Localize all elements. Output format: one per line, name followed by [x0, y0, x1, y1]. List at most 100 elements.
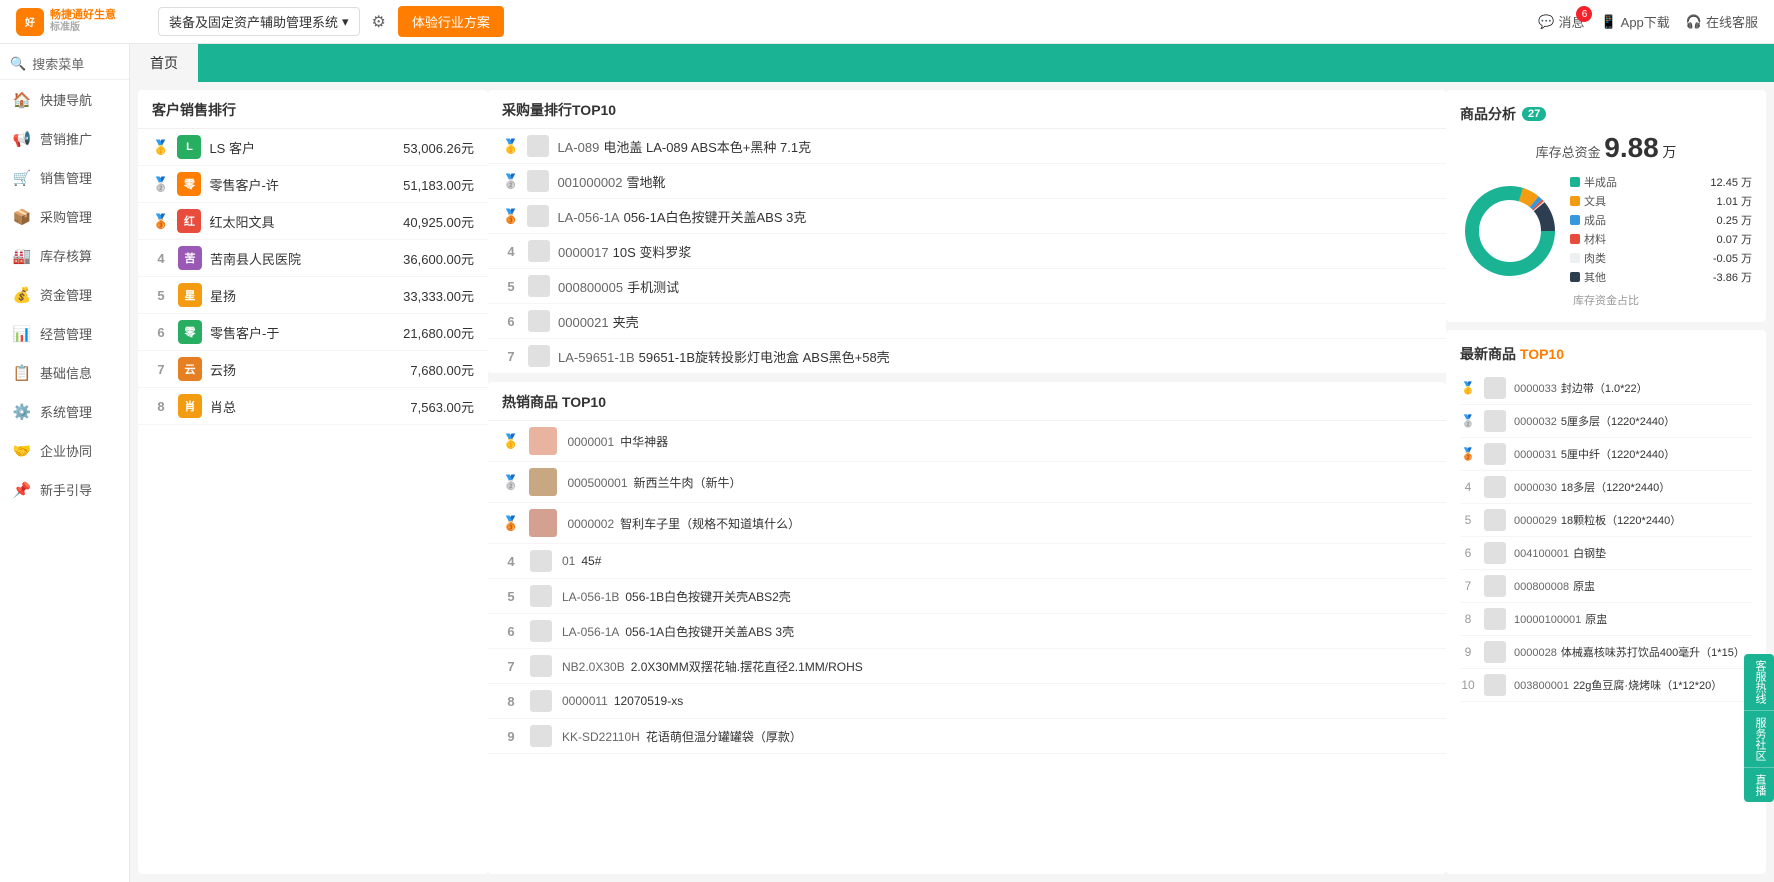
rank-avatar: 零: [177, 172, 201, 196]
rank-avatar: 零: [178, 320, 202, 344]
prod-info: 0145#: [562, 554, 1432, 568]
nav-tabs: 首页: [130, 44, 1774, 82]
sidebar-label: 资金管理: [40, 285, 92, 304]
sales-rank-item: 7 云 云扬 7,680.00元: [138, 351, 488, 388]
new-rank-number: 🥉: [1460, 447, 1476, 461]
new-prod-info: 00380000122g鱼豆腐·烧烤味（1*12*20）: [1514, 677, 1752, 693]
sidebar-label: 快捷导航: [40, 90, 92, 109]
sidebar-item-快捷导航[interactable]: 🏠快捷导航: [0, 80, 129, 119]
rank-name: 苦南县人民医院: [210, 249, 395, 268]
rank-avatar: 云: [178, 357, 202, 381]
hot-product-item: 6 LA-056-1A056-1A白色按键开关盖ABS 3壳: [488, 614, 1446, 649]
new-prod-thumb: [1484, 377, 1506, 399]
new-product-item: 8 10000100001原盅: [1460, 603, 1752, 636]
inventory-badge: 27: [1522, 107, 1546, 121]
sidebar-icon: 🛒: [12, 169, 32, 187]
hot-product-item: 5 LA-056-1B056-1B白色按键开关壳ABS2壳: [488, 579, 1446, 614]
rank-number: 6: [152, 325, 170, 340]
most-purchased-item: 4 000001710S 变料罗浆: [488, 234, 1446, 269]
prod-thumb-empty: [530, 690, 552, 712]
legend-item: 肉类 -0.05 万: [1570, 250, 1752, 266]
cs-community-btn[interactable]: 服务社区: [1744, 711, 1774, 768]
settings-icon[interactable]: ⚙: [372, 12, 386, 32]
rank-amount: 53,006.26元: [403, 138, 474, 157]
sidebar-item-库存核算[interactable]: 🏭库存核算: [0, 236, 129, 275]
new-products-title: 最新商品 TOP10: [1460, 344, 1752, 364]
rank-number: 5: [152, 288, 170, 303]
system-selector[interactable]: 装备及固定资产辅助管理系统 ▾: [158, 7, 360, 36]
legend-item: 其他 -3.86 万: [1570, 269, 1752, 285]
cs-live-btn[interactable]: 直播: [1744, 768, 1774, 802]
prod-info: 000001112070519-xs: [562, 694, 1432, 708]
rank-number: 8: [152, 399, 170, 414]
sidebar-item-系统管理[interactable]: ⚙️系统管理: [0, 392, 129, 431]
inventory-card: 商品分析 27 库存总资金 9.88 万: [1446, 90, 1766, 322]
search-icon: 🔍: [10, 56, 26, 72]
rank-number: 7: [502, 349, 520, 364]
prod-img: [529, 509, 557, 537]
sidebar-item-基础信息[interactable]: 📋基础信息: [0, 353, 129, 392]
legend-label: 文具: [1584, 193, 1713, 209]
new-prod-thumb: [1484, 410, 1506, 432]
sidebar-search[interactable]: 🔍 搜索菜单: [0, 44, 129, 80]
sidebar-item-企业协同[interactable]: 🤝企业协同: [0, 431, 129, 470]
top-bar: 好 畅捷通好生意 标准版 装备及固定资产辅助管理系统 ▾ ⚙ 体验行业方案 💬 …: [0, 0, 1774, 44]
rank-avatar: 肖: [178, 394, 202, 418]
legend-value: 1.01 万: [1717, 193, 1752, 209]
rank-name: 云扬: [210, 360, 402, 379]
top10-label: TOP10: [1520, 346, 1564, 362]
new-prod-thumb: [1484, 509, 1506, 531]
content-area: 首页 客户销售排行 🥇 L LS 客户 53,006.26元 🥈 零 零售客户-…: [130, 44, 1774, 882]
online-service-btn[interactable]: 🎧 在线客服: [1686, 12, 1758, 31]
sidebar-item-采购管理[interactable]: 📦采购管理: [0, 197, 129, 236]
prod-thumb: [528, 345, 550, 367]
rank-badge: 🥈: [502, 173, 519, 190]
rank-avatar: 星: [178, 283, 202, 307]
cs-hotline-btn[interactable]: 客服热线: [1744, 654, 1774, 711]
legend: 半成品 12.45 万 文具 1.01 万 成品 0.25 万 材料 0.07 …: [1570, 174, 1752, 288]
sidebar-item-新手引导[interactable]: 📌新手引导: [0, 470, 129, 509]
prod-thumb: [528, 310, 550, 332]
sidebar-label: 采购管理: [40, 207, 92, 226]
sales-rank-item: 🥉 红 红太阳文具 40,925.00元: [138, 203, 488, 240]
new-prod-info: 000003018多层（1220*2440）: [1514, 479, 1752, 495]
prod-info: 000500001新西兰牛肉（新牛）: [567, 474, 1432, 491]
new-prod-thumb: [1484, 608, 1506, 630]
prod-thumb: [527, 205, 549, 227]
message-btn[interactable]: 💬 消息 6: [1538, 12, 1584, 31]
new-prod-info: 10000100001原盅: [1514, 611, 1752, 627]
prod-info: 000800005手机测试: [558, 277, 1432, 296]
sales-rank-item: 8 肖 肖总 7,563.00元: [138, 388, 488, 425]
trial-button[interactable]: 体验行业方案: [398, 6, 504, 37]
rank-amount: 40,925.00元: [403, 212, 474, 231]
rank-badge-gold: 🥇: [152, 139, 169, 156]
prod-img: [529, 468, 557, 496]
legend-dot: [1570, 253, 1580, 263]
inventory-total: 库存总资金 9.88 万: [1460, 132, 1752, 164]
sidebar-item-销售管理[interactable]: 🛒销售管理: [0, 158, 129, 197]
sidebar-label: 营销推广: [40, 129, 92, 148]
tab-home[interactable]: 首页: [130, 44, 198, 82]
sidebar-icon: 📢: [12, 130, 32, 148]
headset-icon: 🎧: [1686, 14, 1702, 30]
rank-avatar: 红: [177, 209, 201, 233]
prod-img: [529, 427, 557, 455]
sales-ranking-panel: 客户销售排行 🥇 L LS 客户 53,006.26元 🥈 零 零售客户-许 5…: [138, 90, 488, 874]
most-purchased-item: 6 0000021夹壳: [488, 304, 1446, 339]
rank-number: 7: [502, 659, 520, 674]
app-icon: 📱: [1600, 14, 1616, 30]
legend-label: 成品: [1584, 212, 1713, 228]
sidebar-item-经营管理[interactable]: 📊经营管理: [0, 314, 129, 353]
online-service-label: 在线客服: [1706, 12, 1758, 31]
prod-info: NB2.0X30B2.0X30MM双摆花轴.摆花直径2.1MM/ROHS: [562, 658, 1432, 675]
new-prod-info: 00000315厘中纤（1220*2440）: [1514, 446, 1752, 462]
prod-thumb: [528, 240, 550, 262]
sidebar-item-营销推广[interactable]: 📢 营销推广: [0, 119, 129, 158]
prod-thumb-empty: [530, 655, 552, 677]
sales-rank-item: 5 星 星扬 33,333.00元: [138, 277, 488, 314]
rank-number: 4: [152, 251, 170, 266]
new-prod-thumb: [1484, 674, 1506, 696]
sidebar-item-资金管理[interactable]: 💰资金管理: [0, 275, 129, 314]
sales-ranking-title: 客户销售排行: [138, 90, 488, 129]
app-download-btn[interactable]: 📱 App下载: [1600, 12, 1669, 31]
